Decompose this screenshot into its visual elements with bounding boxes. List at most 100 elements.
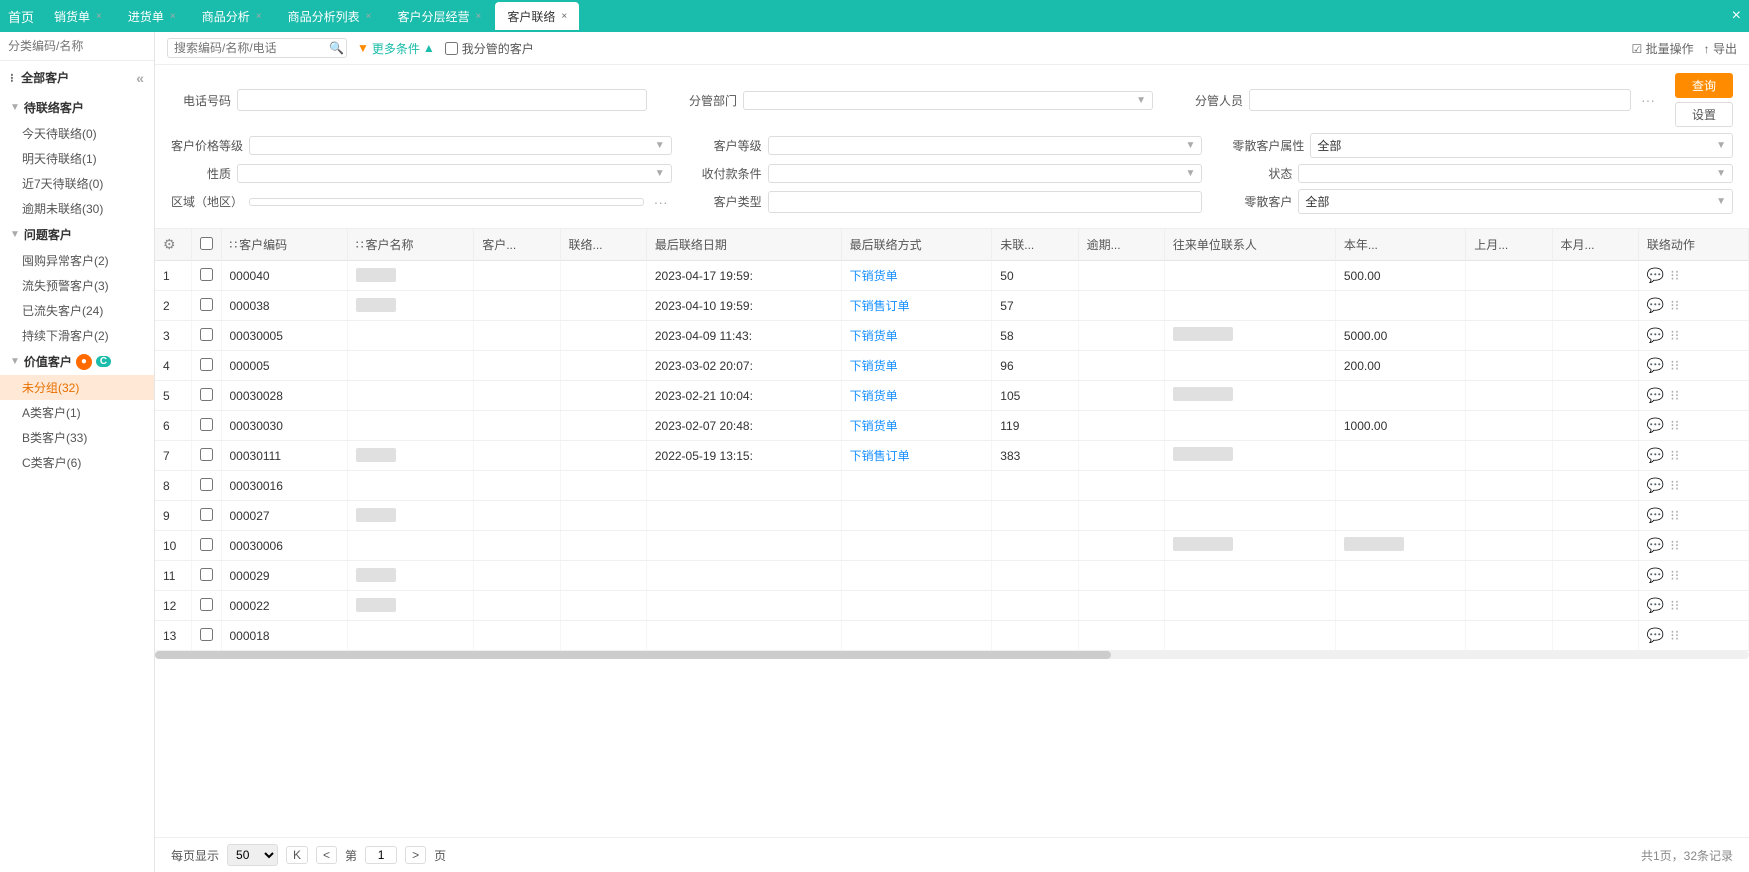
chat-action-icon[interactable]: 💬 [1647, 447, 1664, 464]
cell-action[interactable]: 💬⁝⁝ [1638, 531, 1748, 561]
cell-last-method[interactable] [841, 501, 992, 531]
cell-check[interactable] [191, 471, 221, 501]
sidebar-item-churned[interactable]: 已流失客户(24) [0, 298, 154, 323]
cell-last-method[interactable]: 下销货单 [841, 261, 992, 291]
cell-check[interactable] [191, 591, 221, 621]
tab-product-analysis[interactable]: 商品分析 × [190, 2, 274, 30]
row-checkbox[interactable] [200, 508, 213, 521]
row-checkbox[interactable] [200, 268, 213, 281]
cell-action[interactable]: 💬⁝⁝ [1638, 561, 1748, 591]
chat-action-icon[interactable]: 💬 [1647, 327, 1664, 344]
col-overdue[interactable]: 逾期... [1078, 229, 1164, 261]
my-customers-checkbox[interactable] [445, 42, 458, 55]
cell-last-method[interactable] [841, 591, 992, 621]
next-page-button[interactable]: > [405, 846, 426, 864]
sidebar-item-declining[interactable]: 持续下滑客户(2) [0, 323, 154, 348]
cell-check[interactable] [191, 621, 221, 651]
select-nature[interactable]: ▼ [237, 164, 672, 183]
cell-check[interactable] [191, 291, 221, 321]
sidebar-item-class-b[interactable]: B类客户(33) [0, 425, 154, 450]
filter-search-input[interactable] [174, 41, 329, 55]
sidebar-group-problem[interactable]: ▼ 问题客户 [0, 221, 154, 248]
cell-check[interactable] [191, 441, 221, 471]
input-customer-type[interactable] [768, 191, 1203, 213]
cell-last-method[interactable]: 下销售订单 [841, 441, 992, 471]
sidebar-collapse-icon[interactable]: « [136, 70, 144, 86]
input-phone[interactable] [237, 89, 647, 111]
last-method-link[interactable]: 下销售订单 [850, 299, 910, 313]
tab-purchaseorder[interactable]: 进货单 × [116, 2, 188, 30]
more-action-icon[interactable]: ⁝⁝ [1670, 507, 1679, 524]
chat-action-icon[interactable]: 💬 [1647, 537, 1664, 554]
chat-action-icon[interactable]: 💬 [1647, 417, 1664, 434]
tab-product-analysis-list[interactable]: 商品分析列表 × [276, 2, 384, 30]
sidebar-item-class-c[interactable]: C类客户(6) [0, 450, 154, 475]
cell-last-method[interactable]: 下销售订单 [841, 291, 992, 321]
cell-check[interactable] [191, 321, 221, 351]
chat-action-icon[interactable]: 💬 [1647, 297, 1664, 314]
row-checkbox[interactable] [200, 358, 213, 371]
tab-close-customer-segment[interactable]: × [475, 11, 481, 22]
sidebar-item-today-pending[interactable]: 今天待联络(0) [0, 121, 154, 146]
select-status[interactable]: ▼ [1298, 164, 1733, 183]
cell-action[interactable]: 💬 ⁝⁝ [1638, 411, 1748, 441]
export-button[interactable]: ↑ 导出 [1704, 40, 1737, 57]
tab-close-customer-contact[interactable]: × [561, 11, 567, 22]
tab-close-product-analysis[interactable]: × [256, 11, 262, 22]
cell-action[interactable]: 💬 ⁝⁝ [1638, 381, 1748, 411]
chat-action-icon[interactable]: 💬 [1647, 597, 1664, 614]
cell-check[interactable] [191, 501, 221, 531]
cell-action[interactable]: 💬⁝⁝ [1638, 351, 1748, 381]
cell-last-method[interactable]: 下销货单 [841, 411, 992, 441]
more-action-icon[interactable]: ⁝⁝ [1670, 327, 1679, 344]
sidebar-all-customers[interactable]: ⁝ 全部客户 « [0, 61, 154, 94]
more-action-icon[interactable]: ⁝⁝ [1670, 567, 1679, 584]
tab-customer-contact[interactable]: 客户联络 × [495, 2, 579, 30]
chat-action-icon[interactable]: 💬 [1647, 477, 1664, 494]
tab-close-purchaseorder[interactable]: × [170, 11, 176, 22]
cell-action[interactable]: 💬⁝⁝ [1638, 441, 1748, 471]
cell-action[interactable]: 💬⁝⁝ [1638, 621, 1748, 651]
cell-action[interactable]: 💬⁝⁝ [1638, 501, 1748, 531]
more-action-icon[interactable]: ⁝⁝ [1670, 627, 1679, 644]
col-unliaised[interactable]: 未联... [992, 229, 1078, 261]
col-customer-type[interactable]: 客户... [474, 229, 560, 261]
row-checkbox[interactable] [200, 298, 213, 311]
horizontal-scrollbar[interactable] [155, 651, 1749, 659]
select-price-level[interactable]: ▼ [249, 136, 672, 155]
sidebar-item-overdue-pending[interactable]: 逾期未联络(30) [0, 196, 154, 221]
tab-home[interactable]: 首页 [8, 7, 34, 26]
sidebar-group-value[interactable]: ▼ 价值客户 ● C [0, 348, 154, 375]
more-action-icon[interactable]: ⁝⁝ [1670, 357, 1679, 374]
row-checkbox[interactable] [200, 538, 213, 551]
col-this-year[interactable]: 本年... [1335, 229, 1465, 261]
more-action-icon[interactable]: ⁝⁝ [1670, 387, 1679, 404]
first-page-button[interactable]: K [286, 846, 308, 864]
sidebar-search-input[interactable] [8, 39, 155, 53]
col-contact[interactable]: 联络... [560, 229, 646, 261]
sidebar-item-abnormal[interactable]: 囤购异常客户(2) [0, 248, 154, 273]
cell-last-method[interactable] [841, 561, 992, 591]
more-action-icon[interactable]: ⁝⁝ [1670, 417, 1679, 434]
select-customer-level[interactable]: ▼ [768, 136, 1203, 155]
sidebar-group-pending[interactable]: ▼ 待联络客户 [0, 94, 154, 121]
sidebar-item-churn-warning[interactable]: 流失预警客户(3) [0, 273, 154, 298]
select-scatter-attr[interactable]: 全部 ▼ [1310, 133, 1733, 158]
cell-check[interactable] [191, 531, 221, 561]
col-contact-person[interactable]: 往来单位联系人 [1164, 229, 1335, 261]
select-scatter[interactable]: 全部 ▼ [1298, 189, 1733, 214]
tab-salesorder[interactable]: 销货单 × [42, 2, 114, 30]
sidebar-item-tomorrow-pending[interactable]: 明天待联络(1) [0, 146, 154, 171]
input-manager[interactable] [1249, 89, 1631, 111]
cell-last-method[interactable]: 下销货单 [841, 351, 992, 381]
customer-table-wrapper[interactable]: ⚙ ∷ 客户编码 ∷ 客户名称 客户... 联络... 最后 [155, 229, 1749, 837]
tab-close-product-analysis-list[interactable]: × [366, 11, 372, 22]
cell-last-method[interactable] [841, 471, 992, 501]
row-checkbox[interactable] [200, 568, 213, 581]
chat-action-icon[interactable]: 💬 [1647, 387, 1664, 404]
page-number-input[interactable] [365, 846, 397, 864]
cell-check[interactable] [191, 261, 221, 291]
last-method-link[interactable]: 下销货单 [850, 359, 898, 373]
cell-action[interactable]: 💬⁝⁝ [1638, 291, 1748, 321]
prev-page-button[interactable]: < [316, 846, 337, 864]
